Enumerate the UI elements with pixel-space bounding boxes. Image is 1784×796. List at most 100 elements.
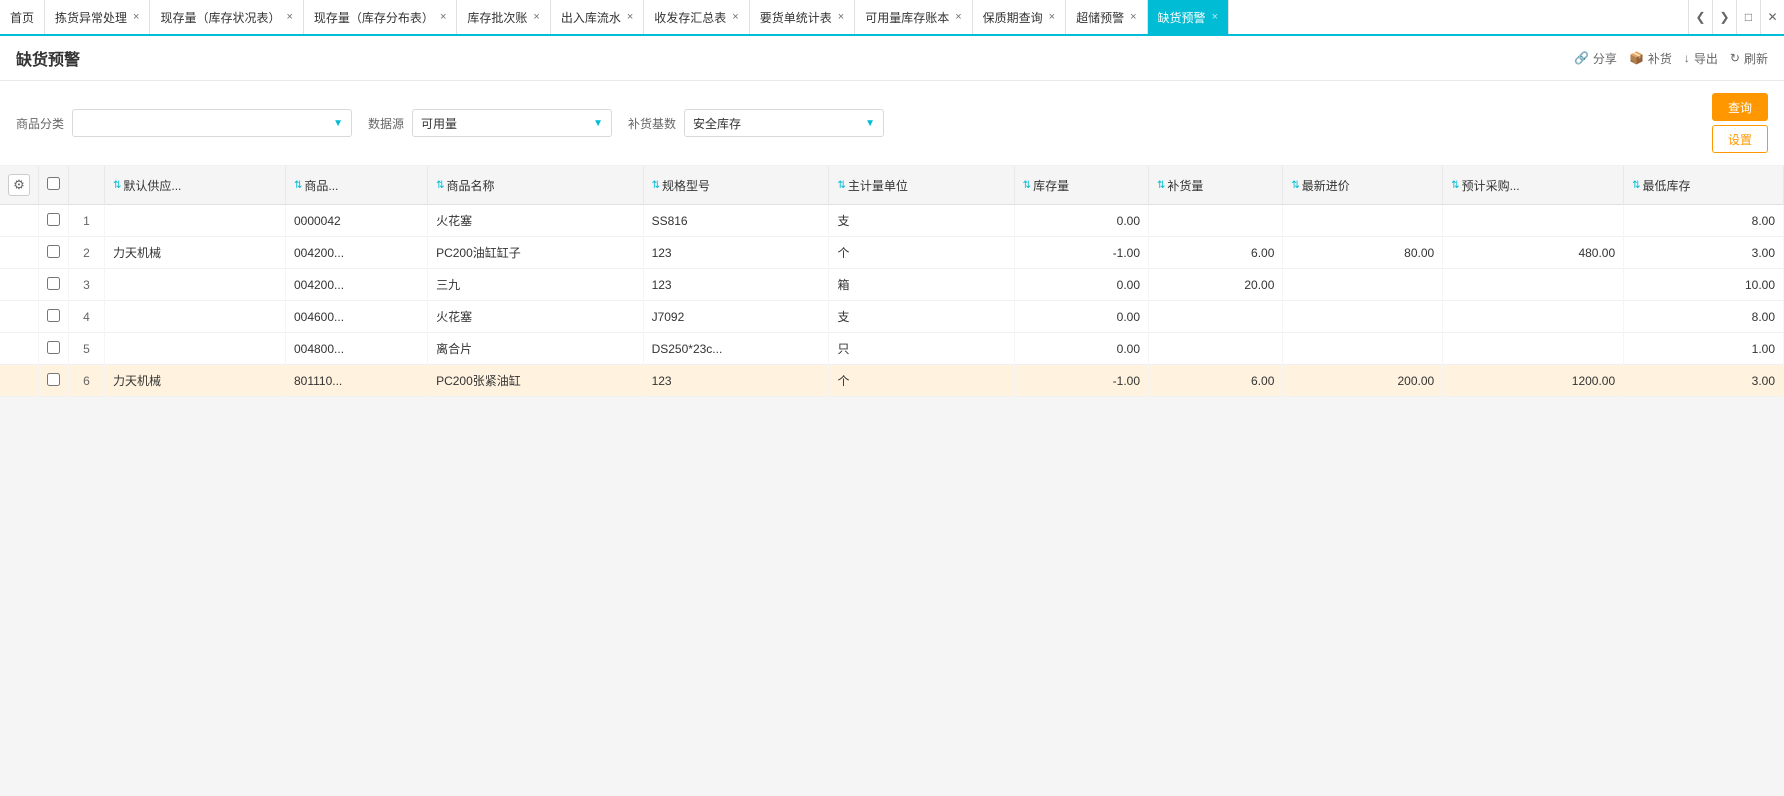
column-header-stock[interactable]: ⇅ 库存量 [1014,166,1148,205]
row-checkbox[interactable] [47,309,60,322]
replenish-basis-select-value: 安全库存 [693,115,861,132]
tab-item-可用量库存账本[interactable]: 可用量库存账本 × [855,0,972,34]
datasource-filter-group: 数据源 可用量 ▼ [368,109,612,137]
tab-close-all-button[interactable]: ✕ [1760,0,1784,35]
row-checkbox[interactable] [47,245,60,258]
tab-item-库存批次账[interactable]: 库存批次账 × [457,0,550,34]
table-row: 2力天机械004200...PC200油缸缸子123个-1.006.0080.0… [0,237,1784,269]
category-label: 商品分类 [16,115,64,132]
row-unit: 个 [829,365,1014,397]
row-checkbox[interactable] [47,341,60,354]
export-button[interactable]: ↓ 导出 [1684,50,1718,67]
row-checkbox[interactable] [47,213,60,226]
column-settings-icon[interactable]: ⚙ [8,174,30,196]
tab-close-icon[interactable]: × [133,11,139,23]
column-header-code[interactable]: ⇅ 商品... [285,166,427,205]
datasource-select-value: 可用量 [421,115,589,132]
sort-icon-supplier: ⇅ [113,180,121,191]
main-content: 缺货预警 🔗 分享 📦 补货 ↓ 导出 ↻ 刷新 商品分类 [0,36,1784,397]
select-all-checkbox[interactable] [47,177,60,190]
tab-item-保质期查询[interactable]: 保质期查询 × [973,0,1066,34]
column-header-estimated-purchase[interactable]: ⇅ 预计采购... [1443,166,1624,205]
tab-item-收发存汇总表[interactable]: 收发存汇总表× [644,0,749,34]
replenish-basis-dropdown-icon: ▼ [865,118,875,129]
tab-item-现存量（库存状况表）[interactable]: 现存量（库存状况表） × [150,0,303,34]
row-unit: 支 [829,205,1014,237]
column-header-latest-price[interactable]: ⇅ 最新进价 [1283,166,1443,205]
tab-close-icon[interactable]: × [1212,11,1218,23]
row-latest-price: 80.00 [1283,237,1443,269]
row-checkbox[interactable] [47,373,60,386]
tab-item-缺货预警[interactable]: 缺货预警× [1148,0,1229,34]
tab-close-icon[interactable]: × [732,11,738,23]
column-header-name[interactable]: ⇅ 商品名称 [428,166,644,205]
tab-close-icon[interactable]: × [955,11,961,23]
row-number: 3 [69,269,105,301]
tab-label: 保质期查询 [983,9,1043,26]
tab-close-icon[interactable]: × [627,11,633,23]
tab-item-首页[interactable]: 首页 [0,0,45,34]
row-checkbox-cell[interactable] [39,333,69,365]
row-supplier: 力天机械 [105,237,286,269]
column-header-supplier[interactable]: ⇅ 默认供应... [105,166,286,205]
settings-button[interactable]: 设置 [1712,125,1768,153]
tab-label: 可用量库存账本 [865,9,949,26]
row-checkbox-cell[interactable] [39,365,69,397]
filter-action-buttons: 查询 设置 [1712,93,1768,153]
tab-item-拣货异常处理[interactable]: 拣货异常处理× [45,0,150,34]
tab-restore-button[interactable]: □ [1736,0,1760,35]
row-checkbox-cell[interactable] [39,301,69,333]
replenish-button[interactable]: 📦 补货 [1629,50,1672,67]
refresh-button[interactable]: ↻ 刷新 [1730,50,1768,67]
datasource-select[interactable]: 可用量 ▼ [412,109,612,137]
column-header-rownum [69,166,105,205]
tab-close-icon[interactable]: × [1130,11,1136,23]
tab-close-icon[interactable]: × [533,11,539,23]
tab-close-icon[interactable]: × [286,11,292,23]
category-select[interactable]: ▼ [72,109,352,137]
column-header-gear[interactable]: ⚙ [0,166,39,205]
datasource-dropdown-icon: ▼ [593,118,603,129]
row-checkbox-cell[interactable] [39,269,69,301]
tab-prev-button[interactable]: ❮ [1688,0,1712,35]
tab-close-icon[interactable]: × [838,11,844,23]
row-gear-cell [0,365,39,397]
replenish-basis-select[interactable]: 安全库存 ▼ [684,109,884,137]
tab-item-要货单统计表[interactable]: 要货单统计表× [750,0,855,34]
row-replenish: 6.00 [1149,237,1283,269]
table-row: 5004800...离合片DS250*23c...只0.001.00 [0,333,1784,365]
tab-close-icon[interactable]: × [440,11,446,23]
row-min-stock: 1.00 [1624,333,1784,365]
row-spec: DS250*23c... [643,333,829,365]
row-latest-price [1283,205,1443,237]
row-supplier [105,333,286,365]
query-button[interactable]: 查询 [1712,93,1768,121]
table-body: 10000042火花塞SS816支0.008.002力天机械004200...P… [0,205,1784,397]
row-name: 火花塞 [428,301,644,333]
row-stock: 0.00 [1014,205,1148,237]
row-replenish: 6.00 [1149,365,1283,397]
tab-next-button[interactable]: ❯ [1712,0,1736,35]
row-checkbox[interactable] [47,277,60,290]
share-button[interactable]: 🔗 分享 [1574,50,1617,67]
replenish-icon: 📦 [1629,51,1644,65]
row-estimated-purchase [1443,301,1624,333]
table-container: ⚙ ⇅ 默认供应... ⇅ [0,166,1784,397]
tab-item-现存量（库存分布表）[interactable]: 现存量（库存分布表）× [304,0,457,34]
tab-item-出入库流水[interactable]: 出入库流水× [551,0,644,34]
tab-close-icon[interactable]: × [1049,11,1055,23]
column-header-replenish[interactable]: ⇅ 补货量 [1149,166,1283,205]
column-header-spec[interactable]: ⇅ 规格型号 [643,166,829,205]
tab-label: 现存量（库存状况表） [160,9,280,26]
row-checkbox-cell[interactable] [39,237,69,269]
row-name: PC200油缸缸子 [428,237,644,269]
column-label-min-stock: 最低库存 [1643,177,1691,194]
row-spec: 123 [643,237,829,269]
tab-label: 库存批次账 [467,9,527,26]
row-checkbox-cell[interactable] [39,205,69,237]
tab-item-超储预警[interactable]: 超储预警× [1066,0,1147,34]
row-supplier [105,205,286,237]
column-header-min-stock[interactable]: ⇅ 最低库存 [1624,166,1784,205]
column-header-unit[interactable]: ⇅ 主计量单位 [829,166,1014,205]
column-header-checkbox[interactable] [39,166,69,205]
